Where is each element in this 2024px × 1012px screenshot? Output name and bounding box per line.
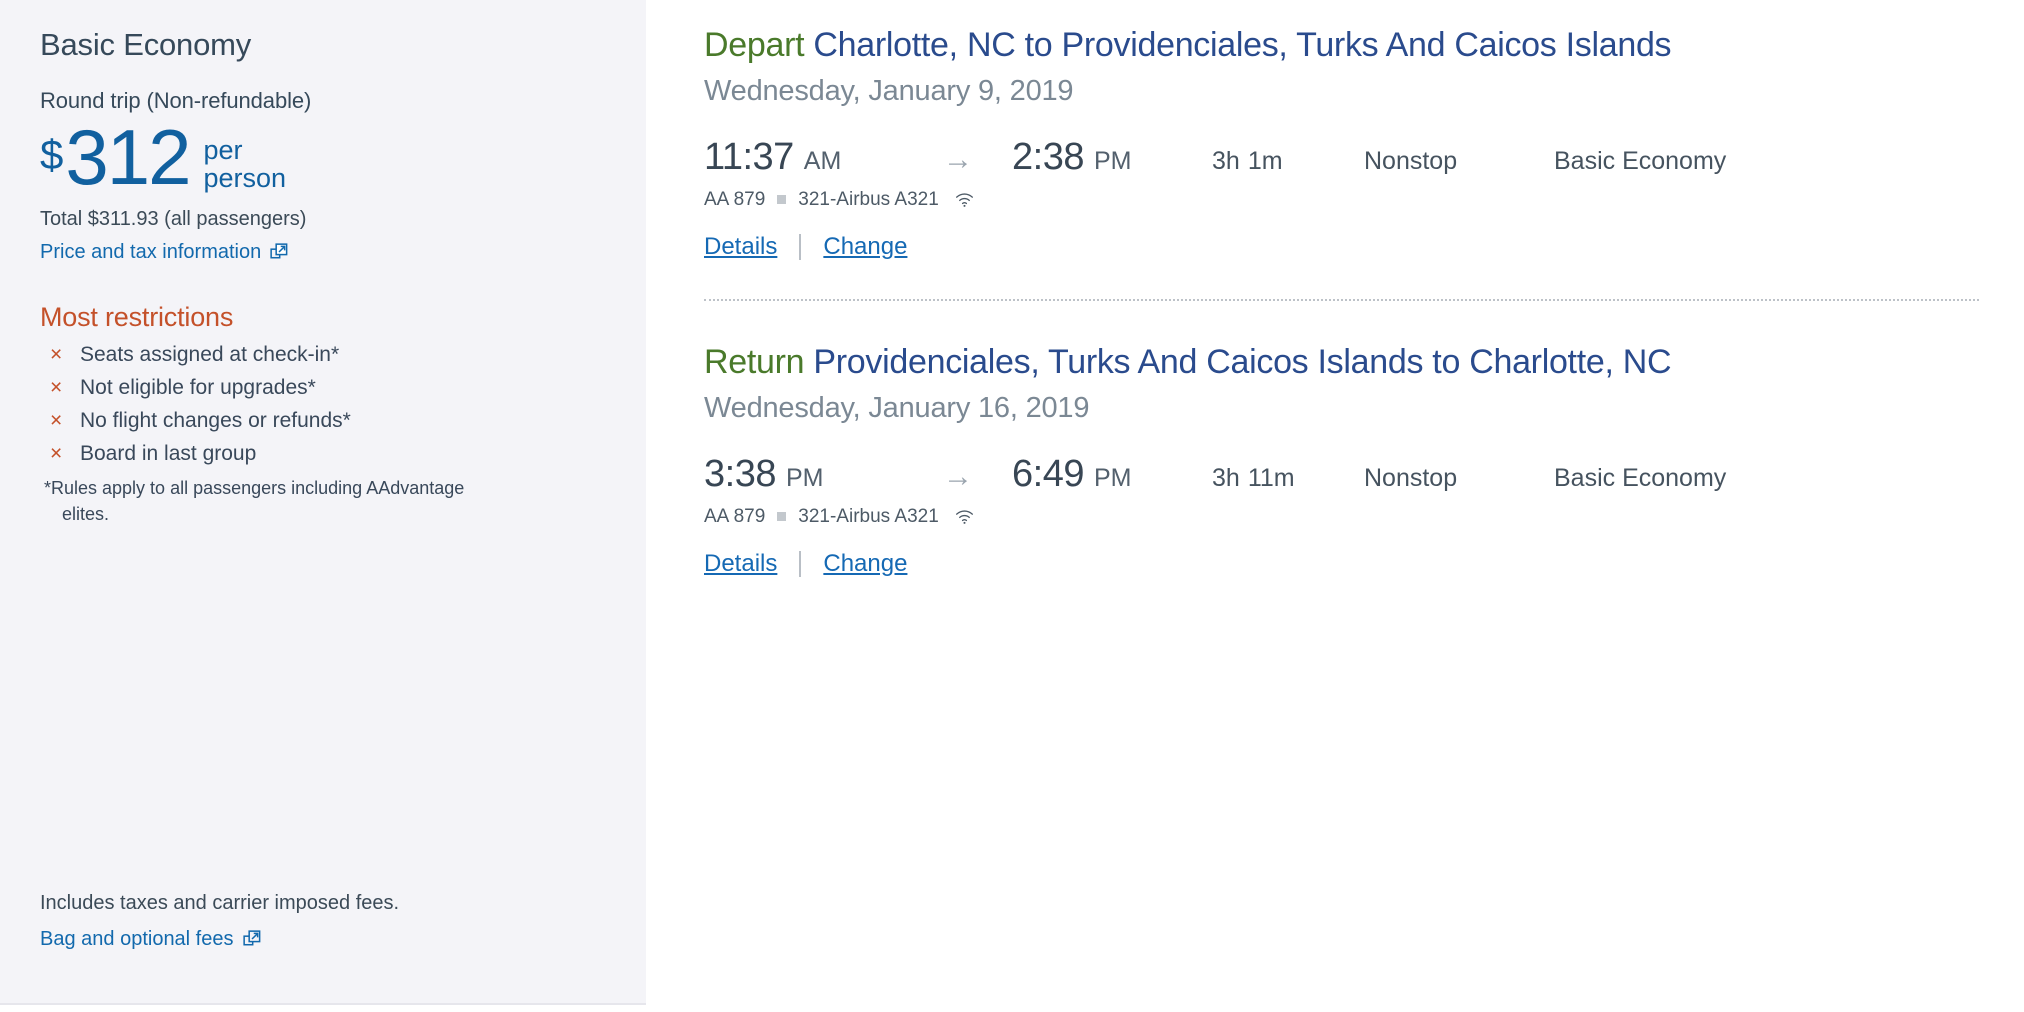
cross-icon: × <box>50 376 63 400</box>
stops-label: Nonstop <box>1364 463 1458 492</box>
duration-minutes: 1m <box>1247 146 1283 175</box>
price-and-tax-information-label: Price and tax information <box>40 241 262 264</box>
action-divider <box>799 233 802 260</box>
restriction-label: Seats assigned at check-in* <box>80 343 340 367</box>
segment-date: Wednesday, January 9, 2019 <box>704 74 1074 107</box>
restriction-label: Not eligible for upgrades* <box>80 376 316 400</box>
segment-date: Wednesday, January 16, 2019 <box>704 391 1090 424</box>
arrival-meridiem: PM <box>1093 463 1132 492</box>
rules-footnote-line2: elites. <box>62 504 110 525</box>
cross-icon: × <box>50 409 63 433</box>
list-item: × Not eligible for upgrades* <box>40 376 606 400</box>
segment-direction-label: Return <box>704 342 805 381</box>
segment-route: Charlotte, NC to Providenciales, Turks A… <box>813 26 1672 64</box>
segment-heading: Return Providenciales, Turks And Caicos … <box>704 339 1894 386</box>
total-price-line: Total $311.93 (all passengers) <box>40 208 307 231</box>
cross-icon: × <box>50 442 63 466</box>
segment-actions: Details Change <box>704 233 1979 261</box>
flight-duration: 3h 1m <box>1212 147 1364 176</box>
segment-return: Return Providenciales, Turks And Caicos … <box>704 339 1979 578</box>
aircraft-type: 321-Airbus A321 <box>798 188 939 210</box>
departure-time-cell: 11:37 AM <box>704 136 904 179</box>
separator-square-icon <box>777 195 787 205</box>
flight-row: 3:38 PM → 6:49 PM 3h 11m Nonstop Basic Ec… <box>704 453 1979 496</box>
action-divider <box>799 550 802 577</box>
includes-taxes-text: Includes taxes and carrier imposed fees. <box>40 892 400 914</box>
price-amount: 312 <box>65 113 191 202</box>
cabin-label: Basic Economy <box>1554 146 1727 175</box>
restrictions-list: × Seats assigned at check-in* × Not elig… <box>40 343 606 466</box>
departure-time-cell: 3:38 PM <box>704 453 904 496</box>
restriction-label: Board in last group <box>80 442 257 466</box>
fare-title: Basic Economy <box>40 27 252 62</box>
flight-number: AA 879 <box>704 188 766 210</box>
flight-duration: 3h 11m <box>1212 464 1364 493</box>
sidebar-footer: Includes taxes and carrier imposed fees.… <box>40 892 560 951</box>
list-item: × Seats assigned at check-in* <box>40 343 606 367</box>
bag-and-optional-fees-link[interactable]: Bag and optional fees <box>40 928 262 951</box>
flight-meta: AA 879 321-Airbus A321 <box>704 506 1979 528</box>
segment-heading: Depart Charlotte, NC to Providenciales, … <box>704 22 1894 69</box>
arrival-time: 6:49 <box>1012 452 1084 495</box>
arrow-right-icon: → <box>943 142 973 176</box>
arrival-meridiem: PM <box>1093 146 1132 175</box>
arrival-time-cell: 2:38 PM <box>1012 136 1212 179</box>
cabin-label: Basic Economy <box>1554 463 1727 492</box>
arrival-time: 2:38 <box>1012 135 1084 178</box>
departure-time: 11:37 <box>704 135 794 178</box>
details-link[interactable]: Details <box>704 233 777 261</box>
external-link-icon <box>270 243 289 262</box>
rules-footnote-line1: *Rules apply to all passengers including… <box>44 478 465 499</box>
currency-symbol: $ <box>40 131 64 179</box>
rules-footnote: *Rules apply to all passengers including… <box>40 475 520 527</box>
external-link-icon <box>242 930 262 949</box>
wifi-icon <box>955 192 974 208</box>
restrictions-heading: Most restrictions <box>40 302 234 333</box>
cross-icon: × <box>50 343 63 367</box>
departure-meridiem: AM <box>803 146 842 175</box>
segment-route: Providenciales, Turks And Caicos Islands… <box>813 342 1672 381</box>
restriction-label: No flight changes or refunds* <box>80 409 351 433</box>
segment-actions: Details Change <box>704 550 1979 578</box>
segment-direction-label: Depart <box>704 26 805 64</box>
flight-row: 11:37 AM → 2:38 PM 3h 1m Nonstop Basic Ec… <box>704 136 1979 179</box>
bag-and-optional-fees-label: Bag and optional fees <box>40 928 234 950</box>
segment-depart: Depart Charlotte, NC to Providenciales, … <box>704 22 1979 261</box>
price-block: $ 312 per person <box>40 113 606 202</box>
change-link[interactable]: Change <box>823 233 907 261</box>
departure-meridiem: PM <box>785 463 824 492</box>
arrow-right-icon: → <box>943 459 973 493</box>
list-item: × No flight changes or refunds* <box>40 409 606 433</box>
aircraft-type: 321-Airbus A321 <box>798 505 939 527</box>
segment-divider <box>704 298 1979 301</box>
separator-square-icon <box>777 512 787 522</box>
itinerary-panel: Depart Charlotte, NC to Providenciales, … <box>646 0 2024 1012</box>
details-link[interactable]: Details <box>704 550 777 578</box>
flight-number: AA 879 <box>704 505 766 527</box>
arrival-time-cell: 6:49 PM <box>1012 453 1212 496</box>
duration-hours: 3h <box>1212 146 1240 175</box>
duration-minutes: 11m <box>1247 463 1295 492</box>
stops-label: Nonstop <box>1364 146 1458 175</box>
change-link[interactable]: Change <box>823 550 907 578</box>
list-item: × Board in last group <box>40 442 606 466</box>
wifi-icon <box>955 509 974 525</box>
duration-hours: 3h <box>1212 463 1240 492</box>
fare-summary-sidebar: Basic Economy Round trip (Non-refundable… <box>0 0 646 1005</box>
trip-type-label: Round trip (Non-refundable) <box>40 88 312 114</box>
price-and-tax-information-link[interactable]: Price and tax information <box>40 241 289 264</box>
per-person-label: per person <box>203 135 287 194</box>
flight-summary-page: Basic Economy Round trip (Non-refundable… <box>0 0 2024 1012</box>
departure-time: 3:38 <box>704 452 776 495</box>
flight-meta: AA 879 321-Airbus A321 <box>704 189 1979 211</box>
